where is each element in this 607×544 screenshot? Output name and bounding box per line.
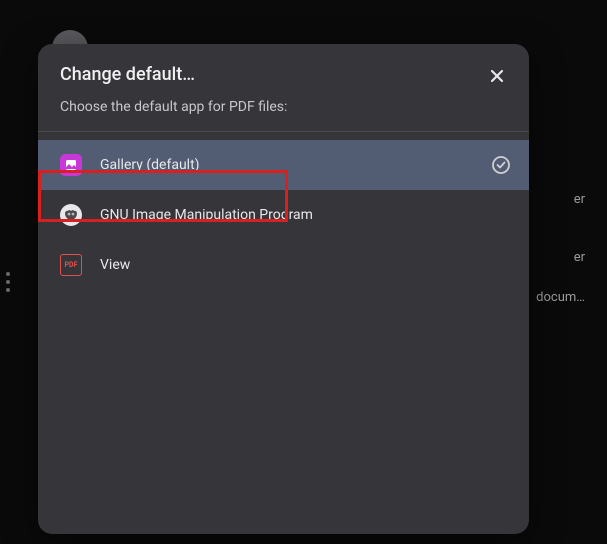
app-label: View: [100, 257, 507, 273]
app-label: Gallery (default): [100, 157, 507, 173]
close-icon: [488, 67, 506, 85]
background-text: er: [574, 192, 585, 207]
pdf-view-icon: PDF: [60, 254, 82, 276]
dialog-subtitle: Choose the default app for PDF files:: [38, 93, 529, 132]
app-label: GNU Image Manipulation Program: [100, 207, 507, 223]
app-item-gallery[interactable]: Gallery (default): [38, 140, 529, 190]
gallery-icon: [60, 154, 82, 176]
app-item-gimp[interactable]: GNU Image Manipulation Program: [38, 190, 529, 240]
close-button[interactable]: [483, 62, 511, 90]
app-list: Gallery (default) GNU Image Manipulation…: [38, 132, 529, 290]
background-text: docum…: [536, 290, 585, 305]
app-item-view[interactable]: PDF View: [38, 240, 529, 290]
dialog-title: Change default…: [60, 64, 507, 85]
drag-handle-icon: [6, 272, 10, 292]
change-default-dialog: Change default… Choose the default app f…: [38, 44, 529, 534]
dialog-header: Change default…: [38, 44, 529, 93]
background-text: er: [574, 250, 585, 265]
gimp-icon: [60, 204, 82, 226]
check-circle-icon: [491, 155, 511, 175]
